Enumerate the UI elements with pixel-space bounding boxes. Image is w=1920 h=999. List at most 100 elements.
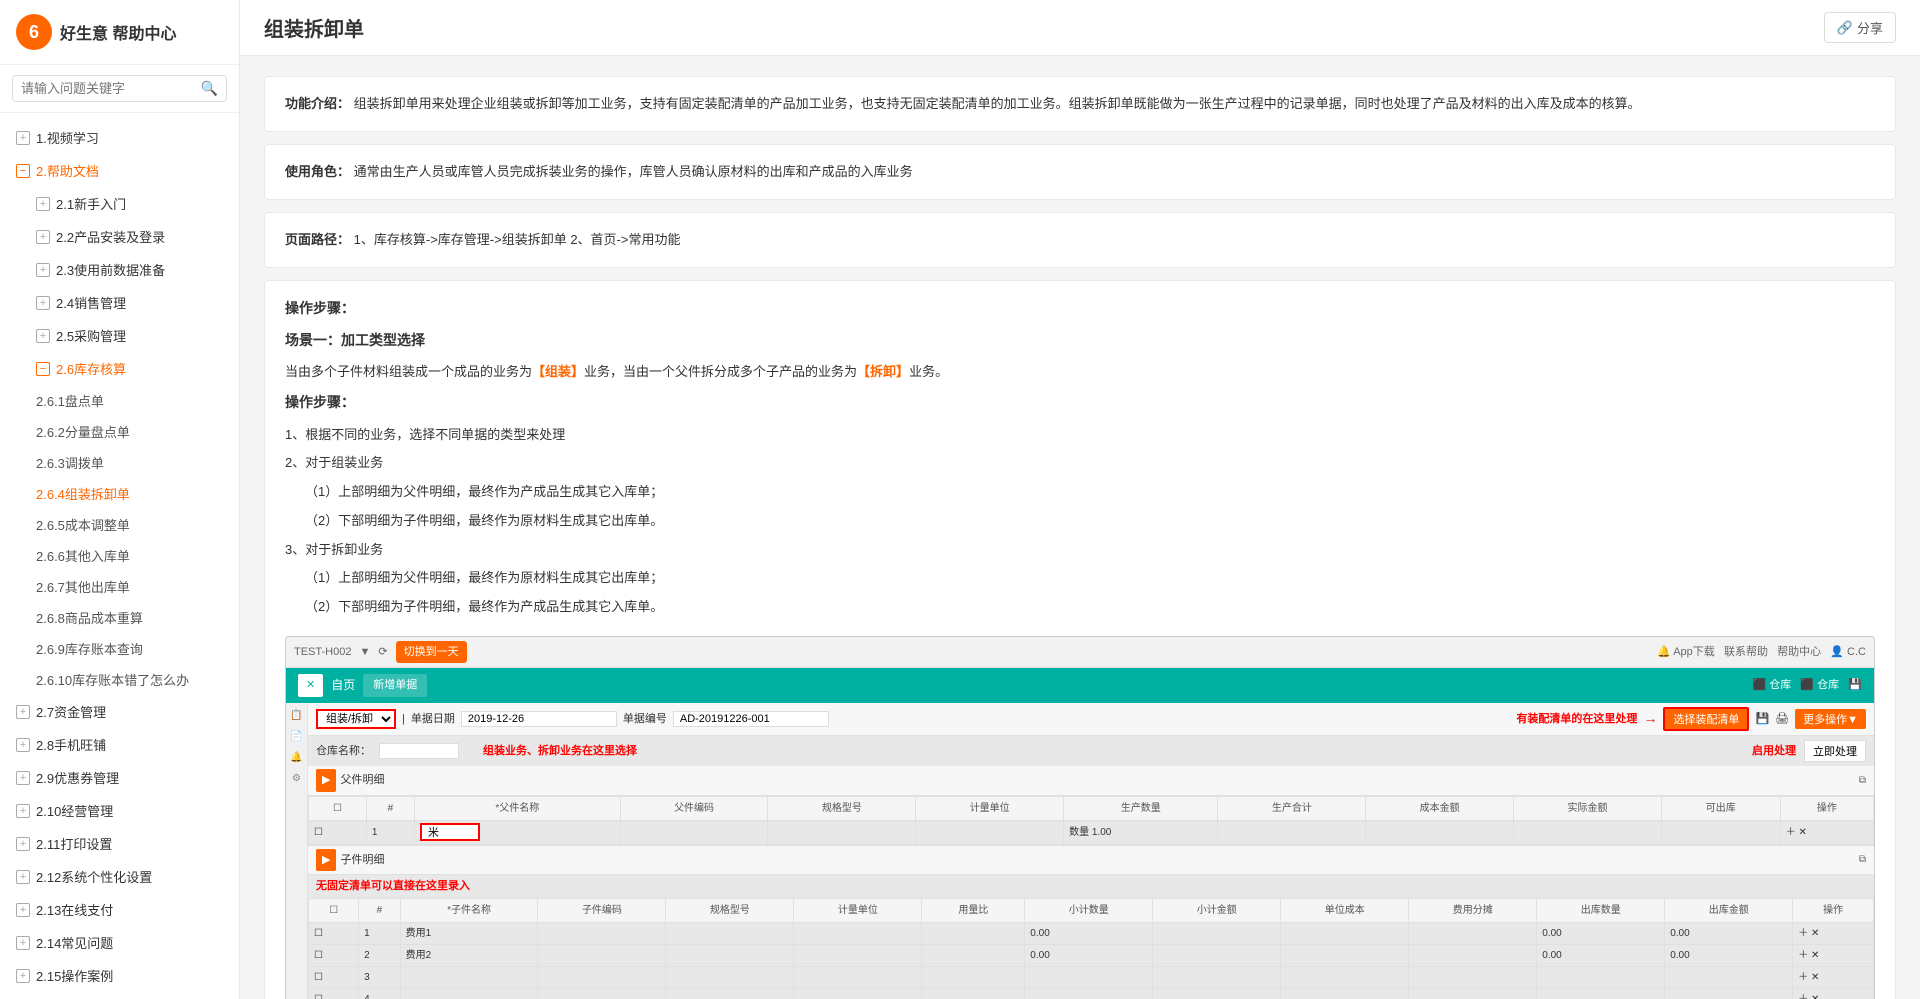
mock-col-parent-name: *父件名称: [414, 796, 620, 820]
sidebar-item-faq[interactable]: + 2.14常见问题: [0, 926, 239, 959]
table-row: ☐ 1 数量 1.00: [309, 820, 1874, 844]
mock-lcol-spec: 规格型号: [666, 899, 794, 923]
sidebar-item-269[interactable]: 2.6.9库存账本查询: [0, 633, 239, 664]
mock-section-row: ▶ 父件明细 ⧉: [308, 766, 1874, 796]
mock-more-btn[interactable]: 更多操作▼: [1795, 709, 1866, 729]
mock-warehouse-input[interactable]: [379, 743, 459, 759]
plus-icon-28: +: [16, 738, 30, 752]
sidebar-item-261[interactable]: 2.6.1盘点单: [0, 385, 239, 416]
screenshot-mockup: TEST-H002 ▼ ⟳ 切换到一天 🔔 App下载 联系帮助 帮助中心 👤 …: [285, 636, 1875, 999]
mock-parent-name-input[interactable]: [420, 823, 480, 841]
sidebar-item-262[interactable]: 2.6.2分量盘点单: [0, 416, 239, 447]
minus-icon-help: −: [16, 164, 30, 178]
mock-lower-thead: ☐ # *子件名称 子件编码 规格型号 计量单位 用量比 小计数量 小计金额: [309, 899, 1874, 923]
mock-cell-parent-name: [414, 820, 620, 844]
mock-col-no: #: [366, 796, 414, 820]
mock-lower-annotation: 无固定清单可以直接在这里录入: [308, 875, 1874, 898]
plus-icon-21: +: [36, 197, 50, 211]
sidebar-item-operations[interactable]: + 2.10经营管理: [0, 794, 239, 827]
scene1-title: 场景一：加工类型选择: [285, 329, 1875, 353]
step2: 2、对于组装业务: [285, 451, 1875, 476]
sidebar-item-data[interactable]: + 2.3使用前数据准备: [0, 253, 239, 286]
plus-icon-214: +: [16, 936, 30, 950]
mock-tab-ziye[interactable]: 自页: [331, 675, 355, 695]
sidebar-item-finance[interactable]: + 2.7资金管理: [0, 695, 239, 728]
sidebar-item-print[interactable]: + 2.11打印设置: [0, 827, 239, 860]
plus-icon-211: +: [16, 837, 30, 851]
sidebar-item-2610[interactable]: 2.6.10库存账本错了怎么办: [0, 664, 239, 695]
mock-lower-table: ☐ # *子件名称 子件编码 规格型号 计量单位 用量比 小计数量 小计金额: [308, 898, 1874, 999]
mock-cell-produce-total: [1218, 820, 1366, 844]
sidebar-item-newbie[interactable]: + 2.1新手入门: [0, 187, 239, 220]
mock-section-icon: ▶: [316, 769, 336, 792]
mock-date-input[interactable]: [461, 711, 617, 727]
mock-upper-tbody: ☐ 1 数量 1.00: [309, 820, 1874, 844]
sidebar-item-264[interactable]: 2.6.4组装拆卸单: [0, 478, 239, 509]
table-row: ☐4＋ ✕: [309, 989, 1874, 999]
steps-card: 操作步骤： 场景一：加工类型选择 当由多个子件材料组装成一个成品的业务为【组装】…: [264, 280, 1896, 999]
mock-col-produce-total: 生产合计: [1218, 796, 1366, 820]
mock-cell-parent-code: [620, 820, 768, 844]
mock-warehouse-label: 仓库名称：: [316, 742, 371, 761]
mock-col-cost: 成本金额: [1366, 796, 1514, 820]
table-row: ☐1 费用1 0.00 0.000.00 ＋ ✕: [309, 923, 1874, 945]
sidebar-item-mobile[interactable]: + 2.8手机旺铺: [0, 728, 239, 761]
sidebar-item-sales[interactable]: + 2.4销售管理: [0, 286, 239, 319]
plus-icon-24: +: [36, 296, 50, 310]
mock-cell-no: 1: [366, 820, 414, 844]
plus-icon-22: +: [36, 230, 50, 244]
annotation-enable: 启用处理: [1752, 742, 1796, 761]
mock-order-input[interactable]: [673, 711, 829, 727]
mock-save-icon: 💾: [1755, 710, 1769, 729]
mock-main-content: 组装/拆卸 | 单据日期 单据编号 有装配清单的在这里处理 → 选择装配清单 💾: [308, 703, 1874, 999]
share-button[interactable]: 🔗 分享: [1824, 12, 1896, 43]
role-text: 通常由生产人员或库管人员完成拆装业务的操作，库管人员确认原材料的出库和产成品的入…: [354, 164, 913, 179]
sidebar-item-268[interactable]: 2.6.8商品成本重算: [0, 602, 239, 633]
sidebar-item-265[interactable]: 2.6.5成本调整单: [0, 509, 239, 540]
sidebar-item-267[interactable]: 2.6.7其他出库单: [0, 571, 239, 602]
sidebar-item-install[interactable]: + 2.2产品安装及登录: [0, 220, 239, 253]
mock-switch-btn[interactable]: 切换到一天: [396, 641, 467, 664]
sidebar-item-help[interactable]: − 2.帮助文档: [0, 154, 239, 187]
op-steps-label: 操作步骤：: [285, 391, 1875, 415]
mock-cell-check: ☐: [309, 820, 367, 844]
path-text: 1、库存核算->库存管理->组装拆卸单 2、首页->常用功能: [354, 232, 681, 247]
minus-icon-26: −: [36, 362, 50, 376]
sidebar-item-payment[interactable]: + 2.13在线支付: [0, 893, 239, 926]
mock-lcol-out-amt: 出库金额: [1665, 899, 1793, 923]
mock-close-btn[interactable]: ✕: [298, 674, 323, 697]
mock-col-unit: 计量单位: [916, 796, 1064, 820]
search-icon[interactable]: 🔍: [201, 80, 218, 97]
step3: 3、对于拆卸业务: [285, 538, 1875, 563]
sidebar-item-purchase[interactable]: + 2.5采购管理: [0, 319, 239, 352]
role-label: 使用角色：: [285, 164, 350, 179]
logo-bar: 6 好生意 帮助中心: [0, 0, 239, 65]
sidebar-item-video[interactable]: + 1.视频学习: [0, 121, 239, 154]
step1: 1、根据不同的业务，选择不同单据的类型来处理: [285, 423, 1875, 448]
page-title: 组装拆卸单: [264, 13, 364, 42]
mock-lower-tbody: ☐1 费用1 0.00 0.000.00 ＋ ✕ ☐2 费用2: [309, 923, 1874, 999]
sidebar-item-inventory[interactable]: − 2.6库存核算: [0, 352, 239, 385]
mock-bom-btn[interactable]: 选择装配清单: [1663, 707, 1749, 731]
sidebar-item-coupon[interactable]: + 2.9优惠券管理: [0, 761, 239, 794]
sidebar-item-266[interactable]: 2.6.6其他入库单: [0, 540, 239, 571]
sidebar-item-cases[interactable]: + 2.15操作案例: [0, 959, 239, 992]
path-card: 页面路径： 1、库存核算->库存管理->组装拆卸单 2、首页->常用功能: [264, 212, 1896, 268]
mock-col-check: ☐: [309, 796, 367, 820]
mock-lower-copy-icon: ⧉: [1859, 851, 1866, 868]
mock-lcol-check: ☐: [309, 899, 359, 923]
mock-enable-btn[interactable]: 立即处理: [1804, 740, 1866, 762]
mock-lcol-no: #: [359, 899, 401, 923]
plus-icon-25: +: [36, 329, 50, 343]
mock-refresh-icon: ⟳: [378, 643, 387, 662]
mock-tab-add[interactable]: 新增单据: [363, 674, 427, 697]
mock-lower-section-row: ▶ 子件明细 ⧉: [308, 845, 1874, 876]
search-input[interactable]: [21, 81, 201, 96]
mock-type-select[interactable]: 组装/拆卸: [316, 709, 396, 729]
mock-lcol-unit-cost: 单位成本: [1281, 899, 1409, 923]
annotation-bom: 有装配清单的在这里处理: [1516, 710, 1637, 729]
sidebar-item-system[interactable]: + 2.12系统个性化设置: [0, 860, 239, 893]
plus-icon-23: +: [36, 263, 50, 277]
sidebar-item-263[interactable]: 2.6.3调拨单: [0, 447, 239, 478]
mock-lcol-op: 操作: [1793, 899, 1874, 923]
